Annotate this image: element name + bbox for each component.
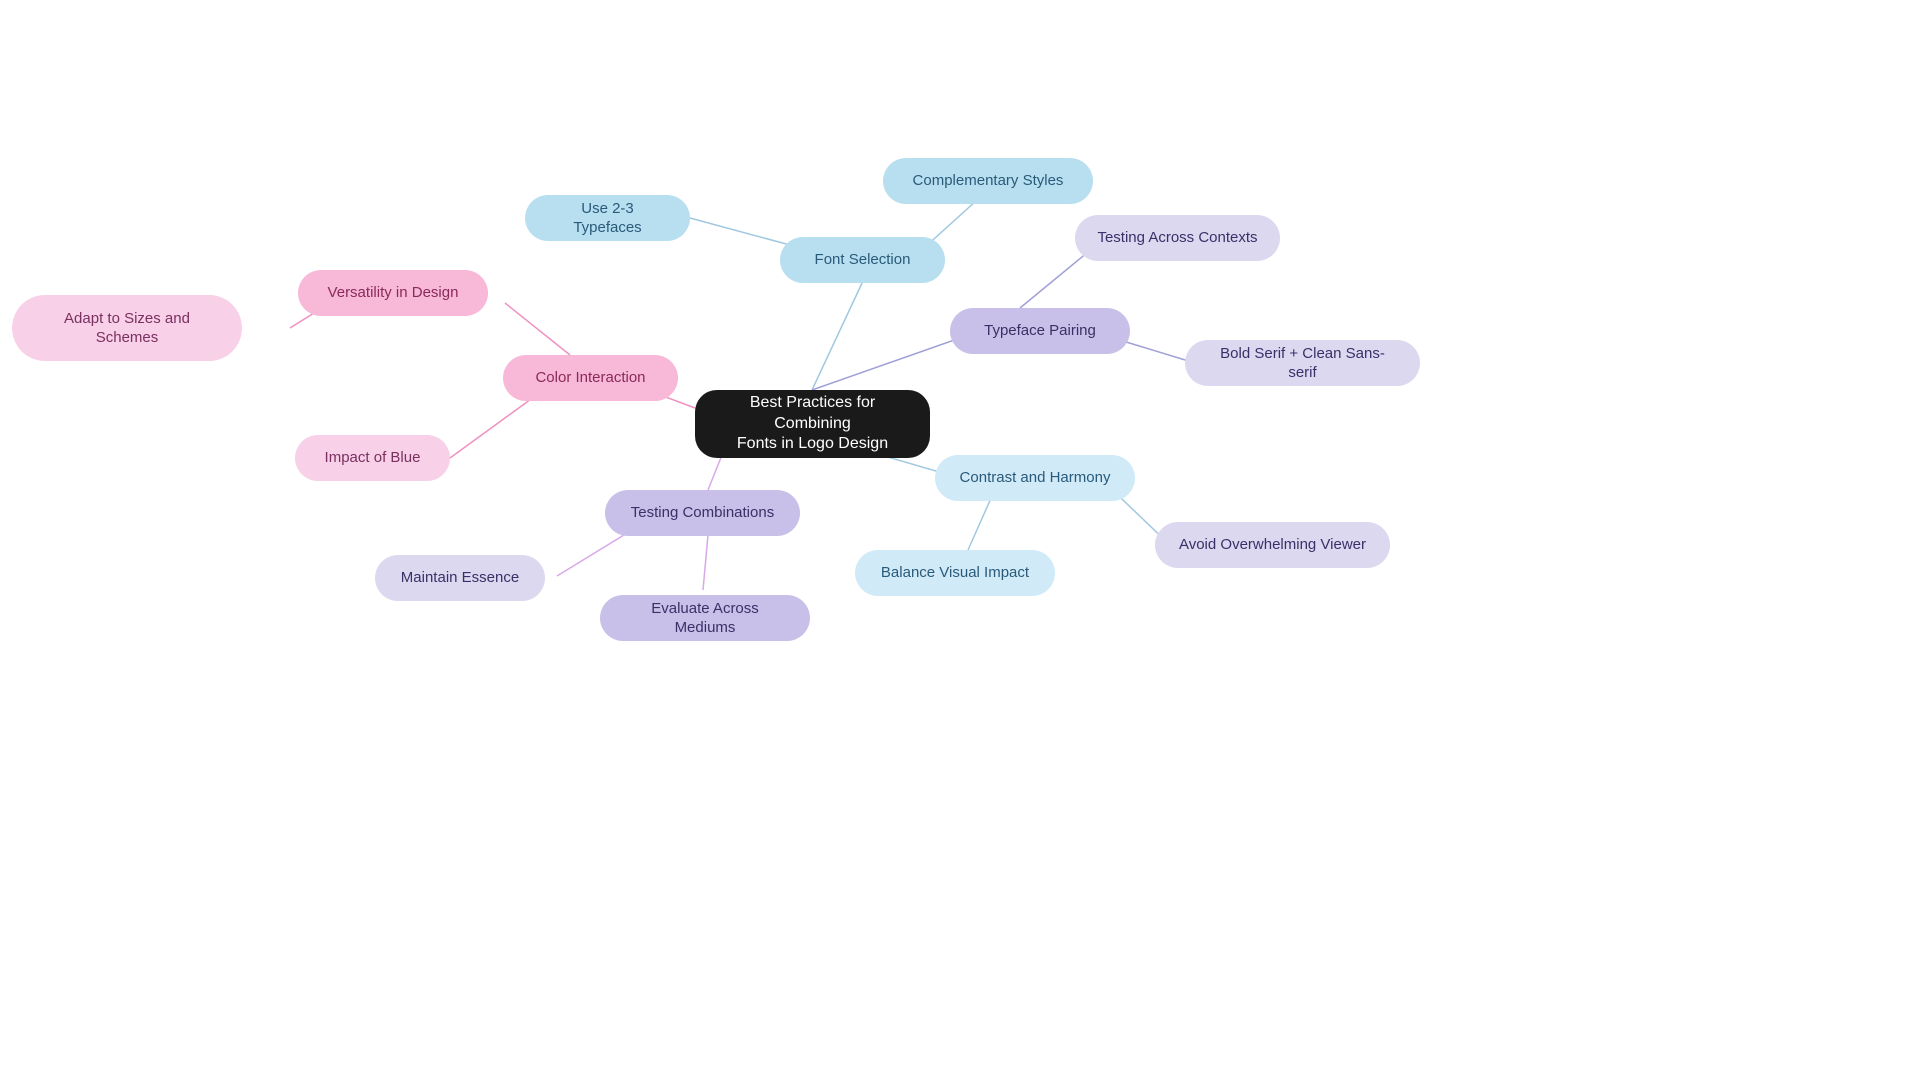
balance-visual-node[interactable]: Balance Visual Impact (855, 550, 1055, 596)
evaluate-mediums-node[interactable]: Evaluate Across Mediums (600, 595, 810, 641)
adapt-sizes-node[interactable]: Adapt to Sizes and Schemes (12, 295, 242, 361)
maintain-essence-node[interactable]: Maintain Essence (375, 555, 545, 601)
color-interaction-node[interactable]: Color Interaction (503, 355, 678, 401)
avoid-overwhelming-node[interactable]: Avoid Overwhelming Viewer (1155, 522, 1390, 568)
typeface-pairing-node[interactable]: Typeface Pairing (950, 308, 1130, 354)
contrast-harmony-node[interactable]: Contrast and Harmony (935, 455, 1135, 501)
versatility-node[interactable]: Versatility in Design (298, 270, 488, 316)
testing-combinations-node[interactable]: Testing Combinations (605, 490, 800, 536)
font-selection-node[interactable]: Font Selection (780, 237, 945, 283)
use-typefaces-node[interactable]: Use 2-3 Typefaces (525, 195, 690, 241)
testing-contexts-node[interactable]: Testing Across Contexts (1075, 215, 1280, 261)
impact-blue-node[interactable]: Impact of Blue (295, 435, 450, 481)
complementary-styles-node[interactable]: Complementary Styles (883, 158, 1093, 204)
bold-serif-node[interactable]: Bold Serif + Clean Sans-serif (1185, 340, 1420, 386)
center-node[interactable]: Best Practices for Combining Fonts in Lo… (695, 390, 930, 458)
